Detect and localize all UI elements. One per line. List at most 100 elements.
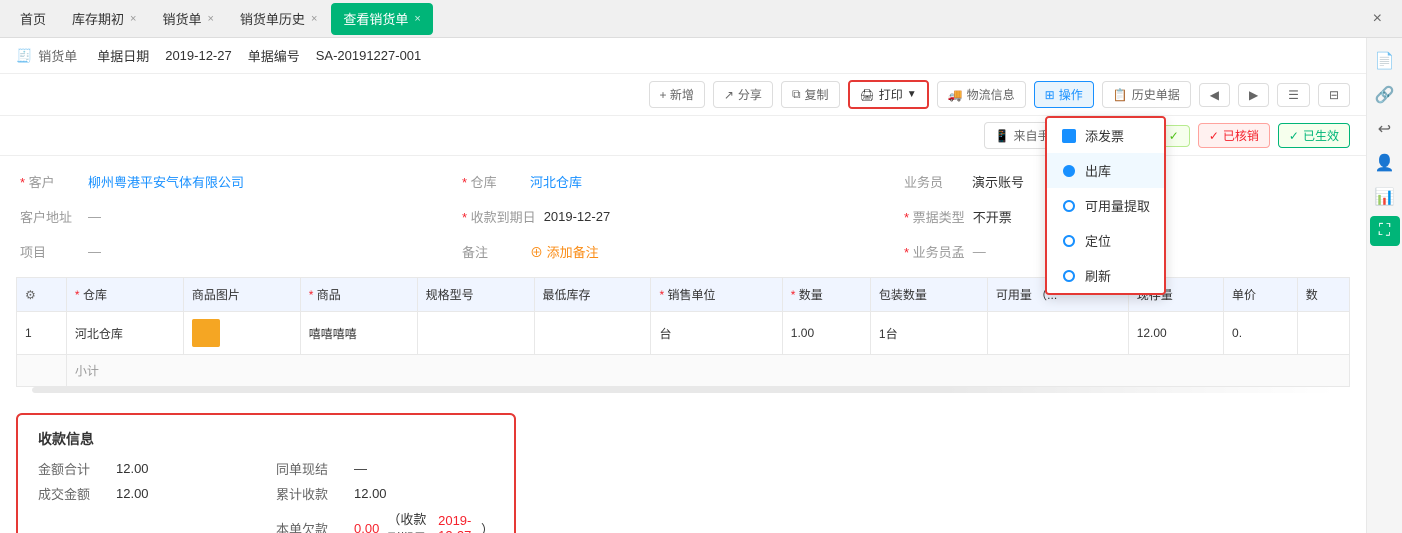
date-value: 2019-12-27 xyxy=(165,48,232,63)
tab-view-sales-order[interactable]: 查看销货单 × xyxy=(331,3,432,35)
row-num: 1 xyxy=(17,312,67,355)
close-sales-history-icon[interactable]: × xyxy=(311,13,317,25)
col-qty: 数量 xyxy=(782,278,870,312)
outbound-item[interactable]: 出库 xyxy=(1047,153,1164,188)
ticket-label: 票据类型 xyxy=(904,207,965,226)
col-spec: 规格型号 xyxy=(417,278,534,312)
row-qty: 1.00 xyxy=(782,312,870,355)
operation-button[interactable]: ⊞ 操作 xyxy=(1034,81,1094,108)
available-qty-item[interactable]: 可用量提取 xyxy=(1047,188,1164,223)
warehouse-row: 仓库 河北仓库 xyxy=(462,168,904,195)
note-label: 备注 xyxy=(462,242,522,261)
circle-outline-icon-3 xyxy=(1061,268,1077,284)
circle-outline-icon-2 xyxy=(1061,233,1077,249)
add-invoice-item[interactable]: 添发票 xyxy=(1047,118,1164,153)
tab-home[interactable]: 首页 xyxy=(8,3,58,35)
sales-rep-value: — xyxy=(973,244,986,259)
cumulative-value: 12.00 xyxy=(354,486,387,501)
sidebar-back-icon[interactable]: ↩ xyxy=(1370,114,1400,144)
sidebar-link-icon[interactable]: 🔗 xyxy=(1370,80,1400,110)
cumulative-label: 累计收款 xyxy=(276,484,346,503)
new-button[interactable]: + 新增 xyxy=(649,81,705,108)
col-settings[interactable]: ⚙ xyxy=(17,278,67,312)
circle-outline-icon-1 xyxy=(1061,198,1077,214)
subtotal-row: 小计 xyxy=(17,355,1350,387)
project-value: — xyxy=(88,244,101,259)
grid-icon: ⊞ xyxy=(1045,88,1055,102)
row-price: 0. xyxy=(1224,312,1298,355)
share-button[interactable]: ↗ 分享 xyxy=(713,81,773,108)
transaction-label: 成交金额 xyxy=(38,484,108,503)
locate-item[interactable]: 定位 xyxy=(1047,223,1164,258)
sales-rep-label: 业务员孟 xyxy=(904,242,965,261)
table-row: 1 河北仓库 嘻嘻嘻嘻 台 1.00 1台 12.00 0. xyxy=(17,312,1350,355)
print-button[interactable]: 🖨 打印 ▼ xyxy=(848,80,929,109)
amount-label: 金额合计 xyxy=(38,459,108,478)
copy-icon: ⧉ xyxy=(792,87,801,102)
next-button[interactable]: ▶ xyxy=(1238,83,1269,107)
balance-date: 2019-12-27 xyxy=(438,513,473,533)
effective-icon: ✓ xyxy=(1289,129,1299,143)
balance-label: 本单欠款 xyxy=(276,519,346,533)
close-sales-order-icon[interactable]: × xyxy=(207,13,213,25)
toolbar: + 新增 ↗ 分享 ⧉ 复制 🖨 打印 ▼ 🚚 物流信息 ⊞ 操作 xyxy=(0,74,1366,116)
tab-sales-order[interactable]: 销货单 × xyxy=(150,3,225,35)
col-min-stock: 最低库存 xyxy=(534,278,651,312)
close-view-sales-icon[interactable]: × xyxy=(414,13,420,25)
sidebar-chart-icon[interactable]: 📊 xyxy=(1370,182,1400,212)
print-dropdown-icon[interactable]: ▼ xyxy=(907,89,917,100)
payment-date-value: 2019-12-27 xyxy=(544,209,611,224)
sidebar-user-icon[interactable]: 👤 xyxy=(1370,148,1400,178)
payment-date-label: 收款到期日 xyxy=(462,207,536,226)
doc-icon: 🧾 xyxy=(16,48,32,64)
tab-view-sales-label: 查看销货单 xyxy=(343,9,408,28)
col-unit: 销售单位 xyxy=(651,278,782,312)
subtotal-text: 小计 xyxy=(66,355,1349,387)
sidebar-expand-icon[interactable]: ⛶ xyxy=(1370,216,1400,246)
number-value: SA-20191227-001 xyxy=(316,48,422,63)
circle-icon xyxy=(1061,163,1077,179)
tab-sales-history[interactable]: 销货单历史 × xyxy=(228,3,329,35)
refresh-item[interactable]: 刷新 xyxy=(1047,258,1164,293)
tab-inventory-init[interactable]: 库存期初 × xyxy=(60,3,148,35)
doc-meta: 单据日期 2019-12-27 单据编号 SA-20191227-001 xyxy=(97,46,421,65)
row-img xyxy=(183,312,300,355)
col-extra: 数 xyxy=(1297,278,1349,312)
project-row: 项目 — xyxy=(20,238,462,265)
summary-title: 收款信息 xyxy=(38,429,494,449)
warehouse-value: 河北仓库 xyxy=(530,172,582,191)
square-icon xyxy=(1061,128,1077,144)
scroll-hint xyxy=(32,387,1334,393)
ticket-value: 不开票 xyxy=(973,207,1012,226)
history-button[interactable]: 📋 历史单据 xyxy=(1102,81,1191,108)
truck-icon: 🚚 xyxy=(948,88,963,102)
grid-view-button[interactable]: ⊟ xyxy=(1318,83,1350,107)
warehouse-label: 仓库 xyxy=(462,172,522,191)
col-product: 商品 xyxy=(300,278,417,312)
row-stock: 12.00 xyxy=(1128,312,1223,355)
note-row: 备注 ⊕ 添加备注 xyxy=(462,238,904,265)
customer-value: 柳州粤港平安气体有限公司 xyxy=(88,172,244,191)
prev-button[interactable]: ◀ xyxy=(1199,83,1230,107)
add-note-link[interactable]: ⊕ 添加备注 xyxy=(530,242,599,261)
share-icon: ↗ xyxy=(724,88,734,102)
list-view-button[interactable]: ☰ xyxy=(1277,83,1310,107)
window-close-icon[interactable]: × xyxy=(1361,6,1394,32)
row-product: 嘻嘻嘻嘻 xyxy=(300,312,417,355)
tab-inventory-init-label: 库存期初 xyxy=(72,9,124,28)
gear-icon[interactable]: ⚙ xyxy=(25,288,36,302)
refresh-label: 刷新 xyxy=(1085,266,1111,285)
sidebar-doc-icon[interactable]: 📄 xyxy=(1370,46,1400,76)
summary-left: 金额合计 12.00 成交金额 12.00 xyxy=(38,459,256,533)
tab-home-label: 首页 xyxy=(20,9,46,28)
product-table-wrap: ⚙ 仓库 商品图片 商品 规格型号 最低库存 销售单位 数量 包装数量 可用量 … xyxy=(0,277,1366,401)
close-inventory-init-icon[interactable]: × xyxy=(130,13,136,25)
logistics-button[interactable]: 🚚 物流信息 xyxy=(937,81,1026,108)
balance-note: （收款到期日: xyxy=(387,509,430,533)
right-sidebar: 📄 🔗 ↩ 👤 📊 ⛶ xyxy=(1366,38,1402,533)
add-invoice-label: 添发票 xyxy=(1085,126,1124,145)
effective-badge: ✓ 已生效 xyxy=(1278,123,1350,148)
summary-grid: 金额合计 12.00 成交金额 12.00 同单现结 — 累计收款 xyxy=(38,459,494,533)
copy-button[interactable]: ⧉ 复制 xyxy=(781,81,840,108)
col-pkg-qty: 包装数量 xyxy=(870,278,987,312)
